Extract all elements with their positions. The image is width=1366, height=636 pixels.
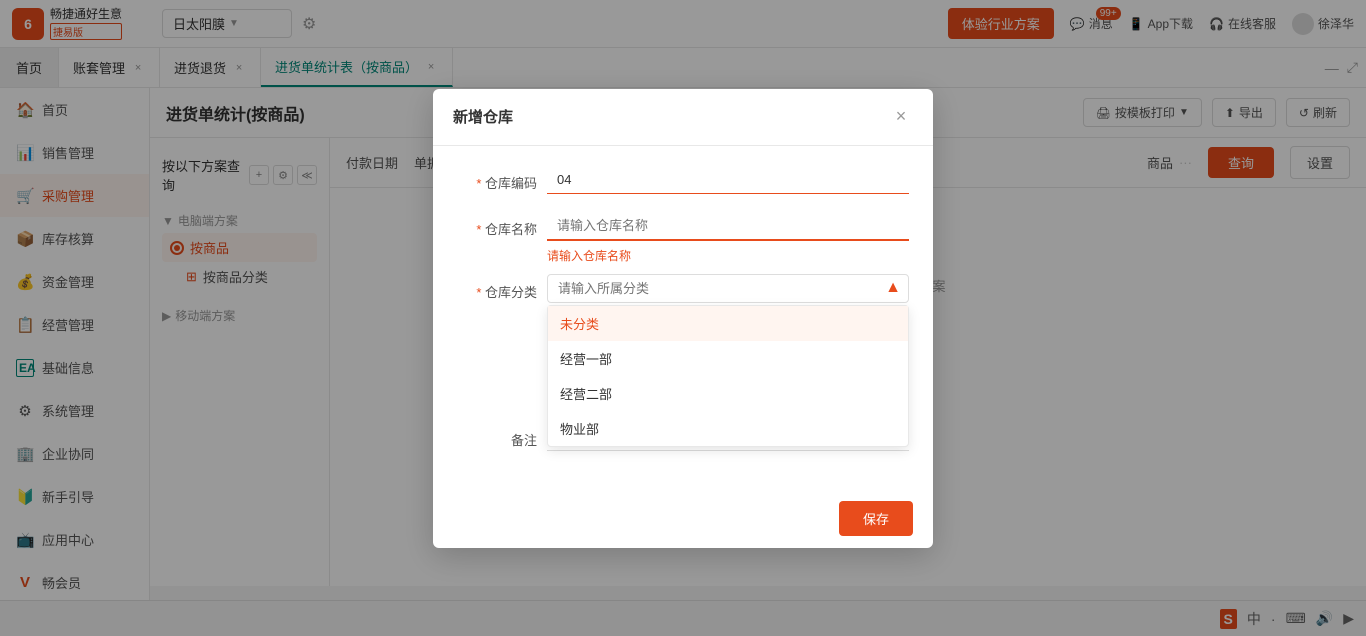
notes-label: 备注 (457, 423, 537, 449)
code-field-row: 仓库编码 (457, 166, 909, 194)
name-error-msg: 请输入仓库名称 (547, 247, 909, 264)
name-input[interactable] (547, 212, 909, 241)
name-label: 仓库名称 (457, 212, 537, 238)
modal-body: 仓库编码 仓库名称 请输入仓库名称 仓库分类 ▲ 未分类 (433, 146, 933, 489)
dropdown-option-unclassified[interactable]: 未分类 (548, 306, 908, 341)
category-field-row: 仓库分类 ▲ 未分类 经营一部 经营二部 物业部 (457, 274, 909, 303)
modal-header: 新增仓库 × (433, 89, 933, 146)
new-warehouse-modal: 新增仓库 × 仓库编码 仓库名称 请输入仓库名称 仓库分类 ▲ (433, 89, 933, 548)
category-label: 仓库分类 (457, 275, 537, 301)
modal-title: 新增仓库 (453, 106, 513, 127)
dropdown-option-dept1[interactable]: 经营一部 (548, 341, 908, 376)
category-input-wrap: ▲ 未分类 经营一部 经营二部 物业部 (547, 274, 909, 303)
code-input[interactable] (547, 166, 909, 194)
save-button[interactable]: 保存 (839, 501, 913, 536)
category-dropdown: 未分类 经营一部 经营二部 物业部 (547, 305, 909, 447)
dropdown-option-property[interactable]: 物业部 (548, 411, 908, 446)
modal-overlay[interactable]: 新增仓库 × 仓库编码 仓库名称 请输入仓库名称 仓库分类 ▲ (0, 0, 1366, 636)
modal-close-btn[interactable]: × (889, 105, 913, 129)
category-toggle-icon[interactable]: ▲ (885, 279, 901, 297)
code-label: 仓库编码 (457, 166, 537, 192)
dropdown-option-dept2[interactable]: 经营二部 (548, 376, 908, 411)
name-field-row: 仓库名称 (457, 212, 909, 241)
category-input[interactable] (547, 274, 909, 303)
modal-footer: 保存 (433, 489, 933, 548)
